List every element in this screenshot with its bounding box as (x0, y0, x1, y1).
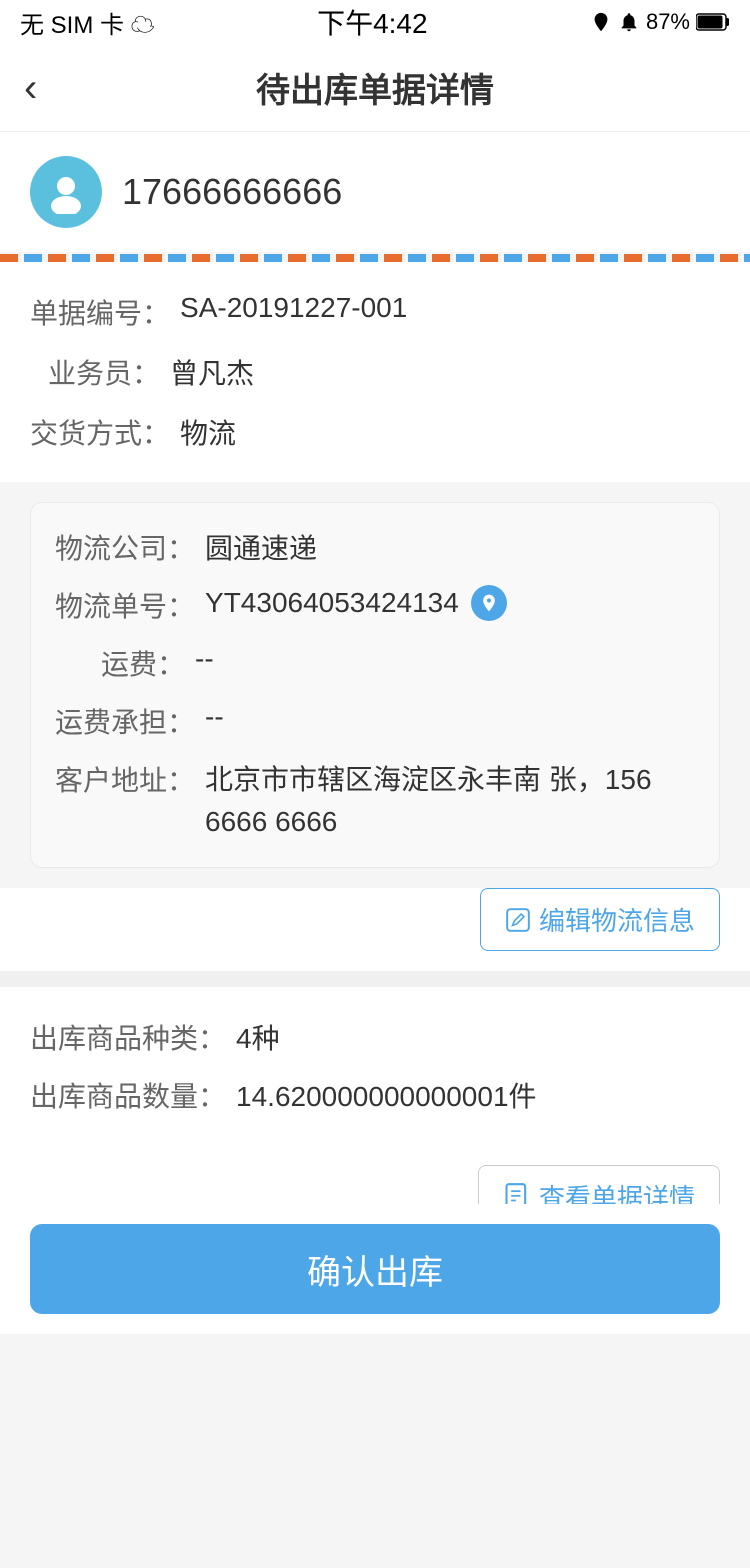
section-divider (0, 971, 750, 987)
avatar (30, 156, 102, 228)
salesman-row: 业务员： 曾凡杰 (30, 352, 720, 392)
logistics-tracking-row: 物流单号： YT43064053424134 (55, 585, 695, 625)
user-icon (44, 170, 88, 214)
location-active-icon (590, 11, 612, 33)
edit-logistics-label: 编辑物流信息 (539, 901, 695, 938)
confirm-outbound-button[interactable]: 确认出库 (30, 1224, 720, 1314)
goods-types-label: 出库商品种类： (30, 1017, 226, 1057)
freight-row: 运费： -- (55, 643, 695, 683)
freight-label: 运费： (55, 643, 185, 683)
goods-quantity-label: 出库商品数量： (30, 1075, 226, 1115)
order-info-section: 单据编号： SA-20191227-001 业务员： 曾凡杰 交货方式： 物流 (0, 262, 750, 482)
status-bar: 无 SIM 卡 ☁ 下午4:42 87% (0, 0, 750, 44)
nav-bar: ‹ 待出库单据详情 (0, 44, 750, 132)
delivery-value: 物流 (180, 412, 720, 452)
delivery-label: 交货方式： (30, 412, 170, 452)
logistics-company-value: 圆通速递 (205, 527, 695, 567)
battery-level: 87% (646, 9, 690, 35)
customer-section: 17666666666 (0, 132, 750, 252)
sim-status: 无 SIM 卡 ☁ (20, 5, 155, 40)
goods-types-row: 出库商品种类： 4种 (30, 1017, 720, 1057)
freight-bear-row: 运费承担： -- (55, 701, 695, 741)
logistics-company-row: 物流公司： 圆通速递 (55, 527, 695, 567)
order-no-row: 单据编号： SA-20191227-001 (30, 292, 720, 332)
alarm-icon (618, 11, 640, 33)
order-no-label: 单据编号： (30, 292, 170, 332)
freight-bear-label: 运费承担： (55, 701, 195, 741)
logistics-tracking-label: 物流单号： (55, 585, 195, 625)
confirm-btn-label: 确认出库 (307, 1245, 443, 1294)
logistics-tracking-value: YT43064053424134 (205, 585, 695, 621)
goods-quantity-row: 出库商品数量： 14.620000000000001件 (30, 1075, 720, 1115)
salesman-value: 曾凡杰 (170, 352, 720, 392)
freight-bear-value: -- (205, 701, 695, 733)
salesman-label: 业务员： (30, 352, 160, 392)
goods-section: 出库商品种类： 4种 出库商品数量： 14.620000000000001件 (0, 987, 750, 1145)
back-button[interactable]: ‹ (24, 68, 37, 108)
goods-types-value: 4种 (236, 1017, 720, 1057)
page-title: 待出库单据详情 (256, 63, 494, 112)
address-value: 北京市市辖区海淀区永丰南 张，156 6666 6666 (205, 759, 695, 843)
edit-icon (505, 907, 531, 933)
confirm-btn-wrap: 确认出库 (0, 1204, 750, 1334)
tracking-location-icon[interactable] (471, 585, 507, 621)
delivery-row: 交货方式： 物流 (30, 412, 720, 452)
address-label: 客户地址： (55, 759, 195, 799)
customer-phone: 17666666666 (122, 171, 342, 213)
order-no-value: SA-20191227-001 (180, 292, 720, 324)
status-left: 无 SIM 卡 ☁ (20, 5, 155, 40)
goods-quantity-value: 14.620000000000001件 (236, 1075, 720, 1115)
logistics-company-label: 物流公司： (55, 527, 195, 567)
status-right: 87% (590, 9, 730, 35)
freight-value: -- (195, 643, 695, 675)
logistics-card: 物流公司： 圆通速递 物流单号： YT43064053424134 运费： --… (30, 502, 720, 868)
status-time: 下午4:42 (317, 2, 428, 42)
battery-icon (696, 13, 730, 31)
dashed-divider (0, 254, 750, 262)
address-row: 客户地址： 北京市市辖区海淀区永丰南 张，156 6666 6666 (55, 759, 695, 843)
edit-btn-container: 编辑物流信息 (0, 888, 750, 971)
edit-logistics-button[interactable]: 编辑物流信息 (480, 888, 720, 951)
